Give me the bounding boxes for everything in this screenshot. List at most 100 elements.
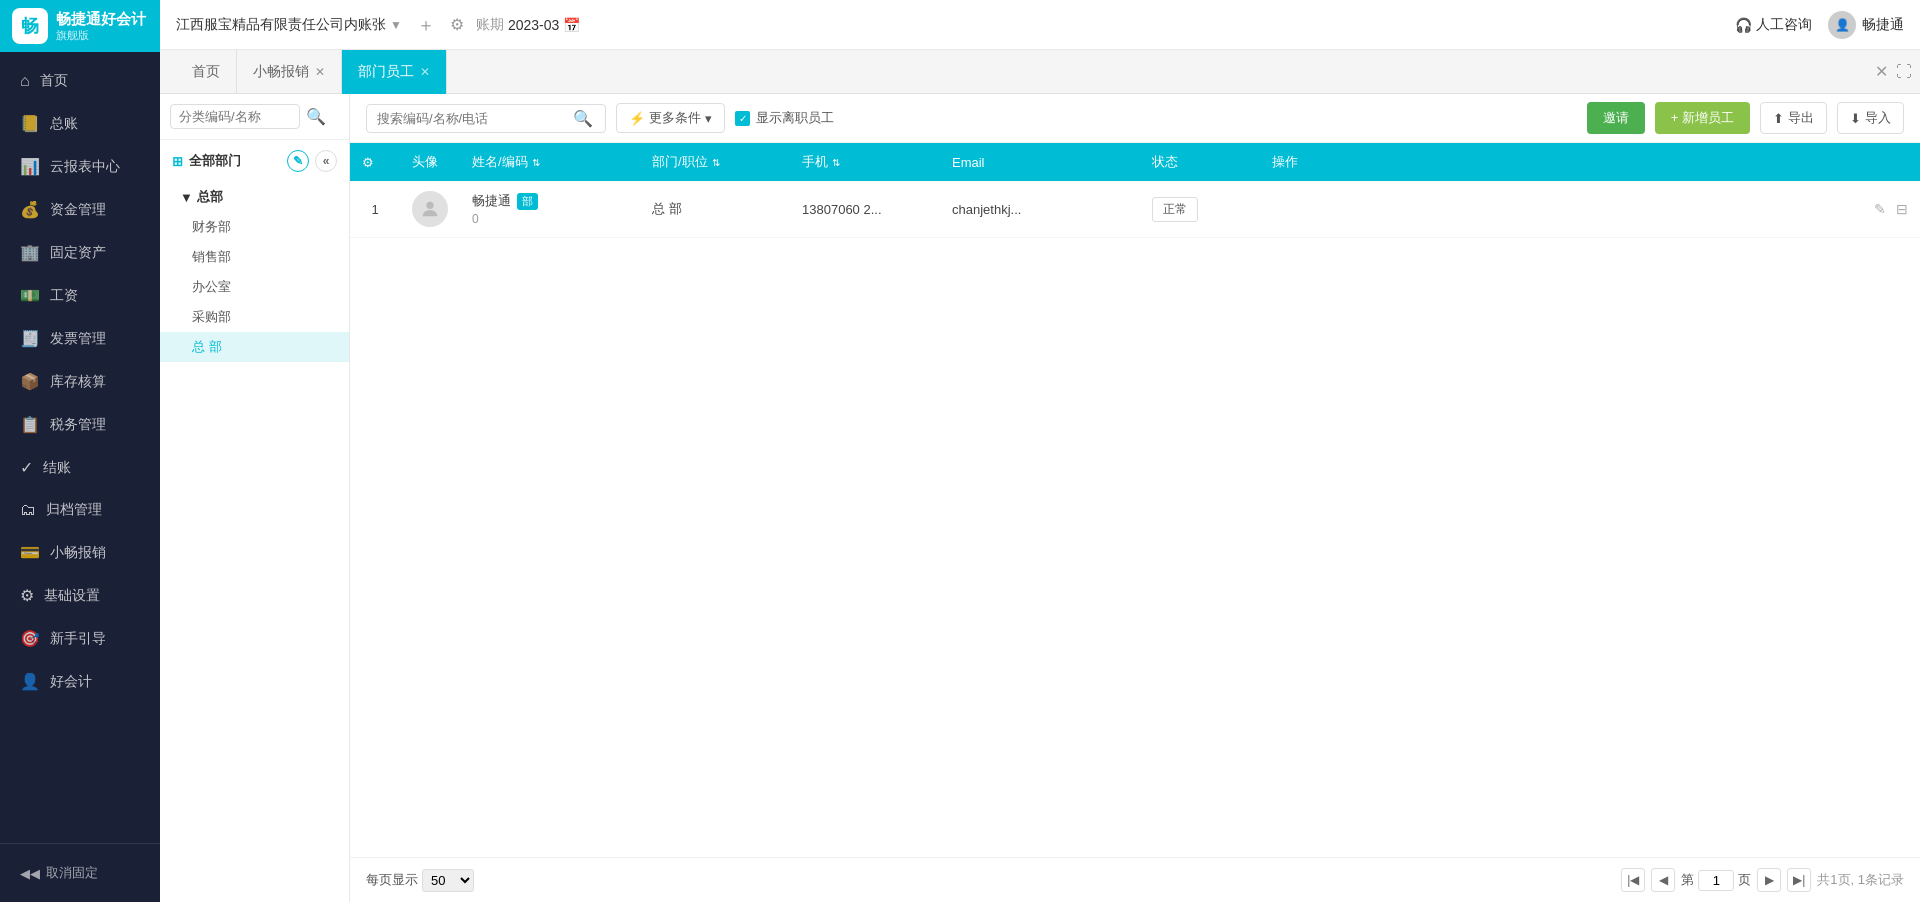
headset-icon: 🎧 — [1735, 17, 1752, 33]
user-menu[interactable]: 👤 畅捷通 — [1828, 11, 1904, 39]
filter-icon: ⚡ — [629, 111, 645, 126]
next-page-button[interactable]: ▶ — [1757, 868, 1781, 892]
table-header: ⚙ 头像 姓名/编码 ⇅ — [350, 143, 1920, 181]
row-email: chanjethkj... — [940, 181, 1140, 238]
sidebar-item-payroll[interactable]: 💵 工资 — [0, 274, 160, 317]
tab-expense[interactable]: 小畅报销 ✕ — [237, 50, 342, 94]
dept-node-sales[interactable]: 销售部 — [160, 242, 349, 272]
dept-search-icon[interactable]: 🔍 — [306, 107, 326, 126]
page-input-area: 第 页 — [1681, 870, 1751, 891]
sidebar-item-tax[interactable]: 📋 税务管理 — [0, 403, 160, 446]
more-filter-button[interactable]: ⚡ 更多条件 ▾ — [616, 103, 725, 133]
employee-search-input[interactable] — [377, 111, 567, 126]
row-phone: 13807060 2... — [790, 181, 940, 238]
last-page-button[interactable]: ▶| — [1787, 868, 1811, 892]
tab-home[interactable]: 首页 — [176, 50, 237, 94]
tab-close-all-icon[interactable]: ✕ — [1875, 62, 1888, 81]
inventory-icon: 📦 — [20, 372, 40, 391]
employee-panel: 🔍 ⚡ 更多条件 ▾ ✓ 显示离职员工 邀请 + 新增员工 ⬆ 导出 — [350, 94, 1920, 902]
dept-hq-label: 总部 — [197, 188, 223, 206]
all-dept-label-area: ⊞ 全部部门 — [172, 152, 241, 170]
sidebar-item-reports[interactable]: 📊 云报表中心 — [0, 145, 160, 188]
th-email: Email — [940, 143, 1140, 181]
th-phone: 手机 ⇅ — [790, 143, 940, 181]
period-label: 账期 — [476, 16, 504, 34]
th-avatar-label: 头像 — [412, 154, 438, 169]
dept-node-purchase[interactable]: 采购部 — [160, 302, 349, 332]
import-button[interactable]: ⬇ 导入 — [1837, 102, 1904, 134]
cancel-pin-button[interactable]: ◀◀ 取消固定 — [0, 854, 160, 892]
col-settings-icon[interactable]: ⚙ — [362, 155, 374, 170]
company-selector[interactable]: 江西服宝精品有限责任公司内账张 ▼ — [176, 16, 402, 34]
sidebar-item-home[interactable]: ⌂ 首页 — [0, 60, 160, 102]
prev-page-button[interactable]: ◀ — [1651, 868, 1675, 892]
table-body: 1 — [350, 181, 1920, 238]
sidebar-item-account[interactable]: 👤 好会计 — [0, 660, 160, 703]
employee-search-icon[interactable]: 🔍 — [573, 109, 593, 128]
settings-gear-button[interactable]: ⚙ — [450, 15, 464, 34]
sidebar-item-label: 固定资产 — [50, 244, 106, 262]
sidebar-item-guide[interactable]: 🎯 新手引导 — [0, 617, 160, 660]
add-employee-button[interactable]: + 新增员工 — [1655, 102, 1750, 134]
dept-search-input[interactable] — [170, 104, 300, 129]
page-number-input[interactable] — [1698, 870, 1734, 891]
dept-node-hq[interactable]: ▼ 总部 — [160, 182, 349, 212]
show-inactive-checkbox-area: ✓ 显示离职员工 — [735, 109, 834, 127]
edit-employee-button[interactable]: ✎ — [1874, 201, 1886, 217]
tab-expense-close-icon[interactable]: ✕ — [315, 65, 325, 79]
employee-email: chanjethkj... — [952, 202, 1021, 217]
sidebar-item-inventory[interactable]: 📦 库存核算 — [0, 360, 160, 403]
more-employee-button[interactable]: ⊟ — [1896, 201, 1908, 217]
dept-collapse-button[interactable]: « — [315, 150, 337, 172]
sidebar-item-funds[interactable]: 💰 资金管理 — [0, 188, 160, 231]
th-status: 状态 — [1140, 143, 1260, 181]
th-action-label: 操作 — [1272, 154, 1298, 169]
dept-edit-button[interactable]: ✎ — [287, 150, 309, 172]
dept-search-area: 🔍 — [160, 94, 349, 140]
show-inactive-checkbox[interactable]: ✓ — [735, 111, 750, 126]
th-name-label: 姓名/编码 — [472, 153, 528, 171]
page-size-select[interactable]: 50 100 200 — [422, 869, 474, 892]
dept-node-general[interactable]: 总 部 — [160, 332, 349, 362]
tab-fullscreen-icon[interactable]: ⛶ — [1896, 63, 1912, 81]
import-label: 导入 — [1865, 109, 1891, 127]
topbar-right: 🎧 人工咨询 👤 畅捷通 — [1735, 11, 1904, 39]
period-value: 2023-03 — [508, 17, 559, 33]
row-actions: ✎ ⊟ — [1260, 181, 1920, 238]
first-page-button[interactable]: |◀ — [1621, 868, 1645, 892]
add-company-button[interactable]: ＋ — [414, 13, 438, 37]
th-name-sort[interactable]: 姓名/编码 ⇅ — [472, 153, 628, 171]
sidebar-item-settings[interactable]: ⚙ 基础设置 — [0, 574, 160, 617]
sidebar-item-expense[interactable]: 💳 小畅报销 — [0, 531, 160, 574]
th-status-label: 状态 — [1152, 154, 1178, 169]
dept-node-office[interactable]: 办公室 — [160, 272, 349, 302]
main-area: 江西服宝精品有限责任公司内账张 ▼ ＋ ⚙ 账期 2023-03 📅 🎧 人工咨… — [160, 0, 1920, 902]
sidebar-item-archive[interactable]: 🗂 归档管理 — [0, 489, 160, 531]
th-phone-sort[interactable]: 手机 ⇅ — [802, 153, 928, 171]
sidebar-item-invoice[interactable]: 🧾 发票管理 — [0, 317, 160, 360]
invoice-icon: 🧾 — [20, 329, 40, 348]
calendar-icon[interactable]: 📅 — [563, 17, 580, 33]
avatar: 👤 — [1828, 11, 1856, 39]
sidebar-item-assets[interactable]: 🏢 固定资产 — [0, 231, 160, 274]
service-label: 人工咨询 — [1756, 16, 1812, 34]
tab-employee-close-icon[interactable]: ✕ — [420, 65, 430, 79]
dept-office-label: 办公室 — [192, 279, 231, 294]
employee-table-element: ⚙ 头像 姓名/编码 ⇅ — [350, 143, 1920, 238]
invite-button[interactable]: 邀请 — [1587, 102, 1645, 134]
sidebar-item-label: 发票管理 — [50, 330, 106, 348]
sidebar-item-close[interactable]: ✓ 结账 — [0, 446, 160, 489]
dept-badge: 部 — [517, 193, 538, 210]
employee-name: 畅捷通 — [472, 192, 511, 210]
export-button[interactable]: ⬆ 导出 — [1760, 102, 1827, 134]
th-dept-sort[interactable]: 部门/职位 ⇅ — [652, 153, 778, 171]
th-settings: ⚙ — [350, 143, 400, 181]
app-name: 畅捷通好会计 — [56, 10, 146, 28]
row-name-cell: 畅捷通 部 0 — [460, 181, 640, 238]
sidebar-item-label: 基础设置 — [44, 587, 100, 605]
dept-node-finance[interactable]: 财务部 — [160, 212, 349, 242]
sidebar-item-ledger[interactable]: 📒 总账 — [0, 102, 160, 145]
service-button[interactable]: 🎧 人工咨询 — [1735, 16, 1812, 34]
tab-employee[interactable]: 部门员工 ✕ — [342, 50, 447, 94]
dept-grid-icon: ⊞ — [172, 154, 183, 169]
